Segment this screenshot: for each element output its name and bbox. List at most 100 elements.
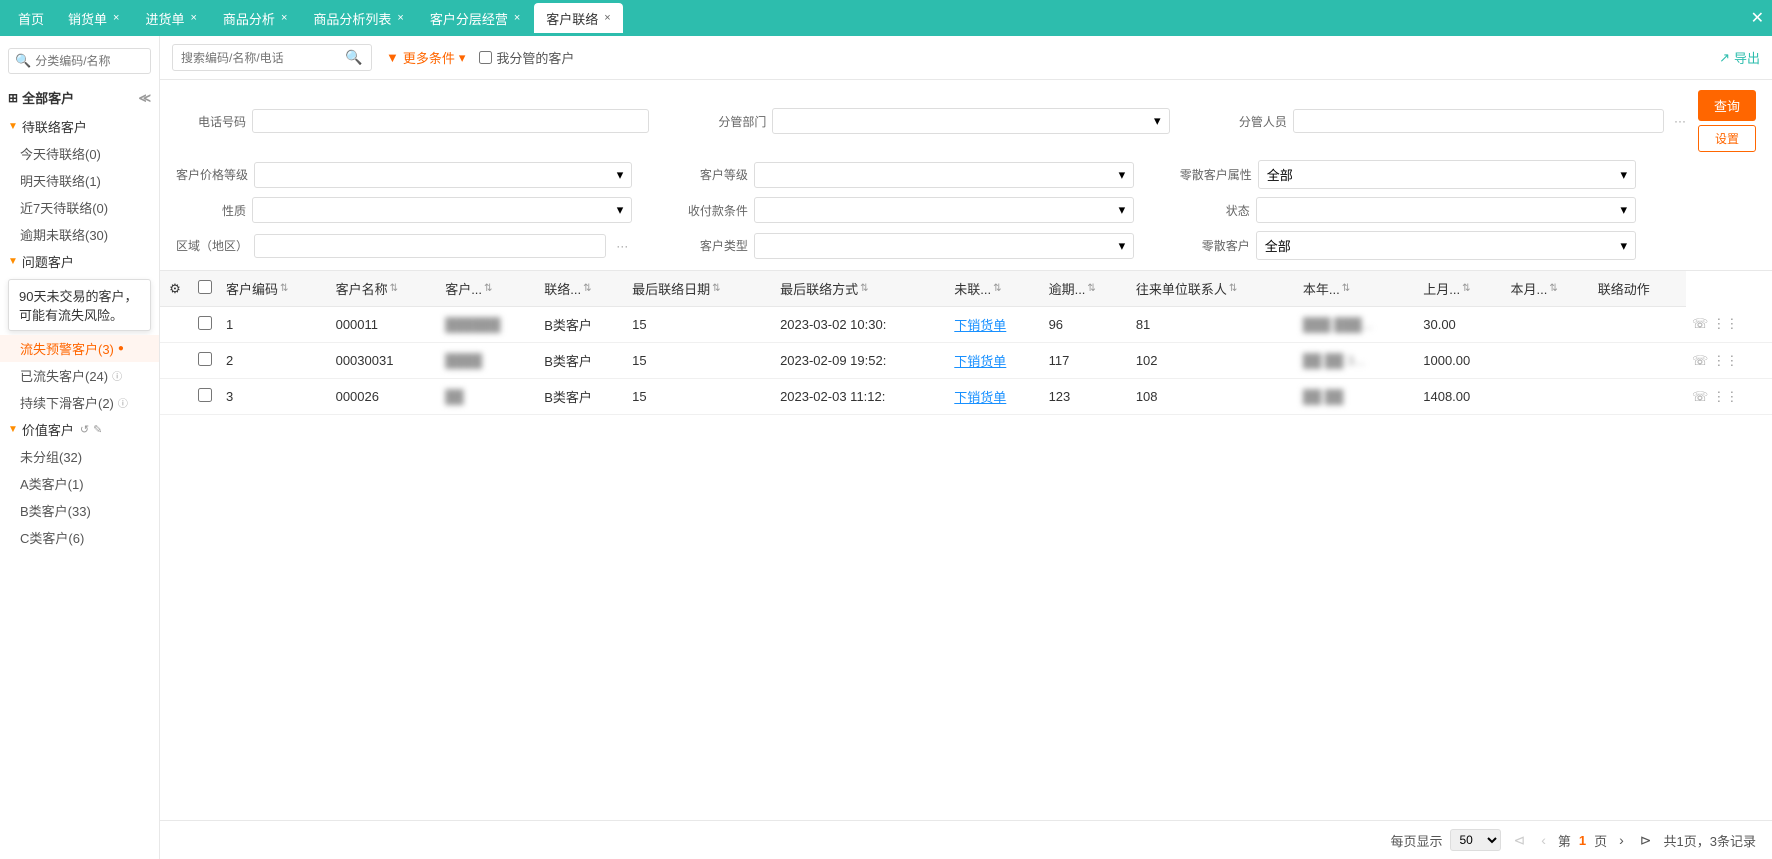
edit-icon[interactable]: ✎ bbox=[93, 423, 102, 436]
more-filter-btn[interactable]: ▼ 更多条件 ▾ bbox=[382, 44, 469, 71]
window-close-btn[interactable]: ✕ bbox=[1751, 8, 1764, 28]
chevron-down-icon8: ▾ bbox=[1119, 238, 1126, 254]
col-code[interactable]: 客户编码⇅ bbox=[220, 271, 330, 307]
region-input[interactable] bbox=[254, 234, 606, 258]
sidebar-item-b-class[interactable]: B类客户(33) bbox=[0, 497, 159, 524]
my-customers-checkbox[interactable] bbox=[479, 51, 492, 64]
search-btn[interactable]: 🔍 bbox=[345, 49, 362, 66]
sidebar-item-overdue[interactable]: 逾期未联络(30) bbox=[0, 221, 159, 248]
sidebar-item-churn-warning[interactable]: 流失预警客户(3) ● bbox=[0, 335, 159, 362]
sidebar-search-input[interactable] bbox=[35, 54, 144, 68]
tab-customer-tier[interactable]: 客户分层经营 × bbox=[418, 3, 532, 33]
sidebar-item-c-class[interactable]: C类客户(6) bbox=[0, 524, 159, 551]
sidebar-item-declining[interactable]: 持续下滑客户(2) ⓘ bbox=[0, 389, 159, 416]
sidebar-item-tomorrow[interactable]: 明天待联络(1) bbox=[0, 167, 159, 194]
status-select[interactable]: ▾ bbox=[1256, 197, 1636, 223]
refresh-icon[interactable]: ↺ bbox=[80, 423, 89, 436]
action-more-icon[interactable]: ⋮⋮ bbox=[1712, 353, 1738, 369]
tab-analysis-list-close[interactable]: × bbox=[397, 12, 403, 24]
col-type[interactable]: 客户...⇅ bbox=[439, 271, 538, 307]
sidebar-item-7days[interactable]: 近7天待联络(0) bbox=[0, 194, 159, 221]
tab-purchase-close[interactable]: × bbox=[190, 12, 196, 24]
select-all-checkbox[interactable] bbox=[198, 280, 212, 294]
sidebar-item-today[interactable]: 今天待联络(0) bbox=[0, 140, 159, 167]
chevron-down-icon9: ▾ bbox=[1620, 238, 1627, 254]
col-this-month[interactable]: 本月...⇅ bbox=[1505, 271, 1592, 307]
chevron-down-icon4: ▾ bbox=[1620, 167, 1627, 183]
tab-home[interactable]: 首页 bbox=[8, 3, 54, 34]
search-input[interactable] bbox=[181, 51, 341, 65]
row-select-checkbox[interactable] bbox=[198, 316, 212, 330]
col-last-month[interactable]: 上月...⇅ bbox=[1417, 271, 1504, 307]
col-contact[interactable]: 联络...⇅ bbox=[538, 271, 626, 307]
zero-attr-select[interactable]: 全部 ▾ bbox=[1258, 160, 1636, 189]
tab-analysis-list[interactable]: 商品分析列表 × bbox=[301, 3, 415, 33]
col-name[interactable]: 客户名称⇅ bbox=[330, 271, 440, 307]
col-last-date[interactable]: 最后联络日期⇅ bbox=[626, 271, 774, 307]
col-overdue[interactable]: 逾期...⇅ bbox=[1043, 271, 1130, 307]
col-uncontacted[interactable]: 未联...⇅ bbox=[948, 271, 1042, 307]
tab-customer-tier-close[interactable]: × bbox=[514, 12, 520, 24]
last-page-btn[interactable]: ⊳ bbox=[1636, 830, 1656, 851]
action-contact-icon[interactable]: ☏ bbox=[1692, 389, 1708, 405]
my-customers-wrap[interactable]: 我分管的客户 bbox=[479, 48, 574, 67]
settings-col-header[interactable]: ⚙ bbox=[160, 271, 190, 307]
tab-sales[interactable]: 销货单 × bbox=[56, 3, 131, 33]
filter-row-4: 区域（地区） ··· 客户类型 ▾ 零散客户 全部 bbox=[176, 231, 1756, 260]
action-contact-icon[interactable]: ☏ bbox=[1692, 316, 1708, 332]
row-last-method[interactable]: 下销货单 bbox=[948, 379, 1042, 415]
person-more-btn[interactable]: ··· bbox=[1670, 110, 1690, 132]
row-checkbox[interactable] bbox=[190, 343, 220, 379]
setting-btn[interactable]: 设置 bbox=[1698, 125, 1756, 152]
region-more-btn[interactable]: ··· bbox=[612, 235, 632, 257]
sidebar-group-pending[interactable]: ▼ 待联络客户 bbox=[0, 113, 159, 140]
sidebar-group-problem[interactable]: ▼ 问题客户 bbox=[0, 248, 159, 275]
col-last-method[interactable]: 最后联络方式⇅ bbox=[774, 271, 948, 307]
checkbox-col-header[interactable] bbox=[190, 271, 220, 307]
tab-analysis-close[interactable]: × bbox=[281, 12, 287, 24]
row-last-method[interactable]: 下销货单 bbox=[948, 343, 1042, 379]
sidebar-item-a-class[interactable]: A类客户(1) bbox=[0, 470, 159, 497]
action-contact-icon[interactable]: ☏ bbox=[1692, 353, 1708, 369]
row-checkbox[interactable] bbox=[190, 307, 220, 343]
search-input-wrap[interactable]: 🔍 bbox=[172, 44, 372, 71]
tab-analysis[interactable]: 商品分析 × bbox=[211, 3, 299, 33]
customer-type-select[interactable]: ▾ bbox=[754, 233, 1134, 259]
tab-customer-link[interactable]: 客户联络 × bbox=[534, 3, 622, 33]
person-input[interactable] bbox=[1293, 109, 1664, 133]
tab-sales-close[interactable]: × bbox=[113, 12, 119, 24]
col-contact-person[interactable]: 往来单位联系人⇅ bbox=[1130, 271, 1297, 307]
sidebar-group-value[interactable]: ▼ 价值客户 ↺ ✎ bbox=[0, 416, 159, 443]
zero-customer-select[interactable]: 全部 ▾ bbox=[1256, 231, 1636, 260]
tab-purchase[interactable]: 进货单 × bbox=[133, 3, 208, 33]
action-more-icon[interactable]: ⋮⋮ bbox=[1712, 316, 1738, 332]
first-page-btn[interactable]: ⊲ bbox=[1509, 830, 1529, 851]
row-contact-person: ███ ███... bbox=[1297, 307, 1417, 343]
sidebar-item-ungrouped[interactable]: 未分组(32) bbox=[0, 443, 159, 470]
tab-customer-link-close[interactable]: × bbox=[604, 12, 610, 24]
collapse-icon[interactable]: ≪ bbox=[138, 91, 151, 105]
sidebar-item-churned[interactable]: 已流失客户(24) ⓘ bbox=[0, 362, 159, 389]
row-this-month bbox=[1592, 379, 1686, 415]
prev-page-btn[interactable]: ‹ bbox=[1537, 830, 1550, 850]
col-year[interactable]: 本年...⇅ bbox=[1297, 271, 1417, 307]
all-customers-header[interactable]: ⊞ 全部客户 ≪ bbox=[0, 82, 159, 113]
export-btn[interactable]: ↗ 导出 bbox=[1719, 48, 1760, 67]
customer-tier-select[interactable]: ▾ bbox=[754, 162, 1134, 188]
row-checkbox[interactable] bbox=[190, 379, 220, 415]
price-tier-select[interactable]: ▾ bbox=[254, 162, 632, 188]
query-btn[interactable]: 查询 bbox=[1698, 90, 1756, 121]
row-select-checkbox[interactable] bbox=[198, 352, 212, 366]
row-select-checkbox[interactable] bbox=[198, 388, 212, 402]
dept-select[interactable]: ▾ bbox=[772, 108, 1169, 134]
sidebar-search-wrap[interactable]: 🔍 bbox=[8, 48, 151, 74]
row-last-method[interactable]: 下销货单 bbox=[948, 307, 1042, 343]
gender-select[interactable]: ▾ bbox=[252, 197, 632, 223]
row-contact: 15 bbox=[626, 307, 774, 343]
payment-select[interactable]: ▾ bbox=[754, 197, 1134, 223]
row-settings bbox=[160, 307, 190, 343]
action-more-icon[interactable]: ⋮⋮ bbox=[1712, 389, 1738, 405]
next-page-btn[interactable]: › bbox=[1615, 830, 1628, 850]
page-size-select[interactable]: 50 100 200 bbox=[1450, 829, 1501, 851]
phone-input[interactable] bbox=[252, 109, 649, 133]
